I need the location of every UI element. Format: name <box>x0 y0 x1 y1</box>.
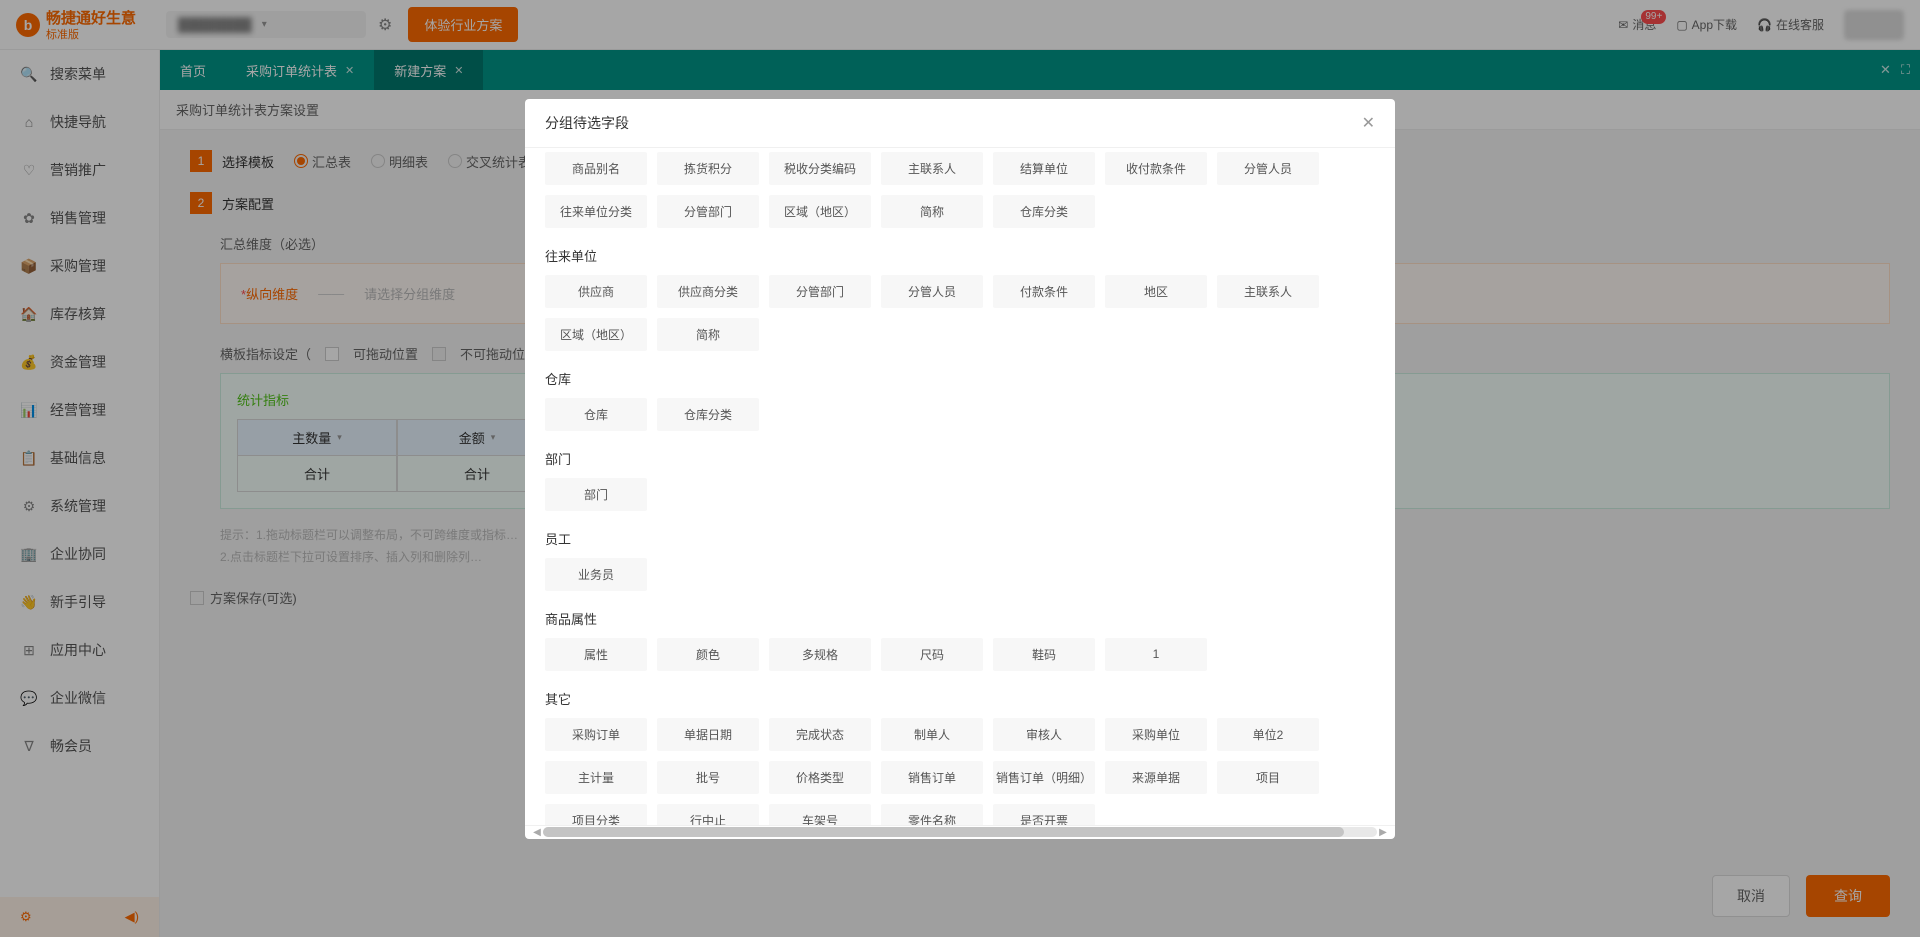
modal-overlay[interactable]: 分组待选字段 ✕ 商品别名拣货积分税收分类编码主联系人结算单位收付款条件分管人员… <box>0 0 1920 937</box>
close-icon[interactable]: ✕ <box>1362 113 1375 133</box>
field-chip-6-15[interactable]: 行中止 <box>657 804 759 825</box>
field-chip-5-3[interactable]: 尺码 <box>881 638 983 671</box>
field-grid-1: 供应商供应商分类分管部门分管人员付款条件地区主联系人区域（地区） 简称 <box>545 275 1375 351</box>
field-chip-6-0[interactable]: 采购订单 <box>545 718 647 751</box>
field-chip-3-0[interactable]: 部门 <box>545 478 647 511</box>
field-chip-1-3[interactable]: 分管人员 <box>881 275 983 308</box>
field-chip-5-2[interactable]: 多规格 <box>769 638 871 671</box>
modal-body: 商品别名拣货积分税收分类编码主联系人结算单位收付款条件分管人员往来单位分类分管部… <box>525 148 1395 825</box>
scroll-track[interactable] <box>543 827 1377 837</box>
field-grid-4: 业务员 <box>545 558 1375 591</box>
field-chip-5-0[interactable]: 属性 <box>545 638 647 671</box>
field-chip-0-7[interactable]: 往来单位分类 <box>545 195 647 228</box>
field-chip-5-5[interactable]: 1 <box>1105 638 1207 671</box>
field-chip-0-4[interactable]: 结算单位 <box>993 152 1095 185</box>
field-chip-1-8[interactable]: 简称 <box>657 318 759 351</box>
field-chip-6-3[interactable]: 制单人 <box>881 718 983 751</box>
field-chip-4-0[interactable]: 业务员 <box>545 558 647 591</box>
field-chip-6-16[interactable]: 车架号 <box>769 804 871 825</box>
field-chip-6-11[interactable]: 销售订单（明细） <box>993 761 1095 794</box>
field-chip-1-4[interactable]: 付款条件 <box>993 275 1095 308</box>
field-group-title-2: 仓库 <box>545 369 1375 388</box>
modal-header: 分组待选字段 ✕ <box>525 99 1395 148</box>
field-chip-0-0[interactable]: 商品别名 <box>545 152 647 185</box>
field-select-modal: 分组待选字段 ✕ 商品别名拣货积分税收分类编码主联系人结算单位收付款条件分管人员… <box>525 99 1395 839</box>
field-chip-2-0[interactable]: 仓库 <box>545 398 647 431</box>
field-chip-0-6[interactable]: 分管人员 <box>1217 152 1319 185</box>
field-chip-6-1[interactable]: 单据日期 <box>657 718 759 751</box>
field-chip-6-14[interactable]: 项目分类 <box>545 804 647 825</box>
field-chip-6-8[interactable]: 批号 <box>657 761 759 794</box>
field-chip-6-2[interactable]: 完成状态 <box>769 718 871 751</box>
field-chip-0-9[interactable]: 区域（地区） <box>769 195 871 228</box>
field-chip-1-1[interactable]: 供应商分类 <box>657 275 759 308</box>
scroll-thumb[interactable] <box>543 827 1344 837</box>
field-chip-1-5[interactable]: 地区 <box>1105 275 1207 308</box>
field-chip-6-10[interactable]: 销售订单 <box>881 761 983 794</box>
field-group-title-1: 往来单位 <box>545 246 1375 265</box>
field-chip-0-11[interactable]: 仓库分类 <box>993 195 1095 228</box>
field-chip-0-3[interactable]: 主联系人 <box>881 152 983 185</box>
field-chip-6-13[interactable]: 项目 <box>1217 761 1319 794</box>
field-grid-6: 采购订单单据日期完成状态制单人审核人采购单位单位2 主计量批号价格类型销售订单销售… <box>545 718 1375 825</box>
modal-horizontal-scrollbar[interactable]: ◀ ▶ <box>525 825 1395 839</box>
field-chip-6-6[interactable]: 单位2 <box>1217 718 1319 751</box>
field-chip-1-0[interactable]: 供应商 <box>545 275 647 308</box>
field-chip-0-5[interactable]: 收付款条件 <box>1105 152 1207 185</box>
field-grid-3: 部门 <box>545 478 1375 511</box>
field-group-title-5: 商品属性 <box>545 609 1375 628</box>
field-chip-0-2[interactable]: 税收分类编码 <box>769 152 871 185</box>
field-chip-6-7[interactable]: 主计量 <box>545 761 647 794</box>
scroll-left-icon[interactable]: ◀ <box>531 827 543 838</box>
field-chip-0-1[interactable]: 拣货积分 <box>657 152 759 185</box>
field-chip-5-4[interactable]: 鞋码 <box>993 638 1095 671</box>
field-group-title-3: 部门 <box>545 449 1375 468</box>
field-grid-5: 属性颜色多规格尺码鞋码 1 <box>545 638 1375 671</box>
field-grid-0: 商品别名拣货积分税收分类编码主联系人结算单位收付款条件分管人员往来单位分类分管部… <box>545 152 1375 228</box>
field-chip-1-6[interactable]: 主联系人 <box>1217 275 1319 308</box>
field-chip-0-10[interactable]: 简称 <box>881 195 983 228</box>
field-chip-6-4[interactable]: 审核人 <box>993 718 1095 751</box>
field-group-title-6: 其它 <box>545 689 1375 708</box>
field-chip-1-2[interactable]: 分管部门 <box>769 275 871 308</box>
field-chip-6-9[interactable]: 价格类型 <box>769 761 871 794</box>
field-chip-6-17[interactable]: 零件名称 <box>881 804 983 825</box>
field-chip-2-1[interactable]: 仓库分类 <box>657 398 759 431</box>
field-chip-1-7[interactable]: 区域（地区） <box>545 318 647 351</box>
field-chip-5-1[interactable]: 颜色 <box>657 638 759 671</box>
field-chip-6-18[interactable]: 是否开票 <box>993 804 1095 825</box>
field-chip-0-8[interactable]: 分管部门 <box>657 195 759 228</box>
field-chip-6-12[interactable]: 来源单据 <box>1105 761 1207 794</box>
field-grid-2: 仓库仓库分类 <box>545 398 1375 431</box>
modal-title: 分组待选字段 <box>545 113 629 133</box>
field-chip-6-5[interactable]: 采购单位 <box>1105 718 1207 751</box>
field-group-title-4: 员工 <box>545 529 1375 548</box>
scroll-right-icon[interactable]: ▶ <box>1377 827 1389 838</box>
